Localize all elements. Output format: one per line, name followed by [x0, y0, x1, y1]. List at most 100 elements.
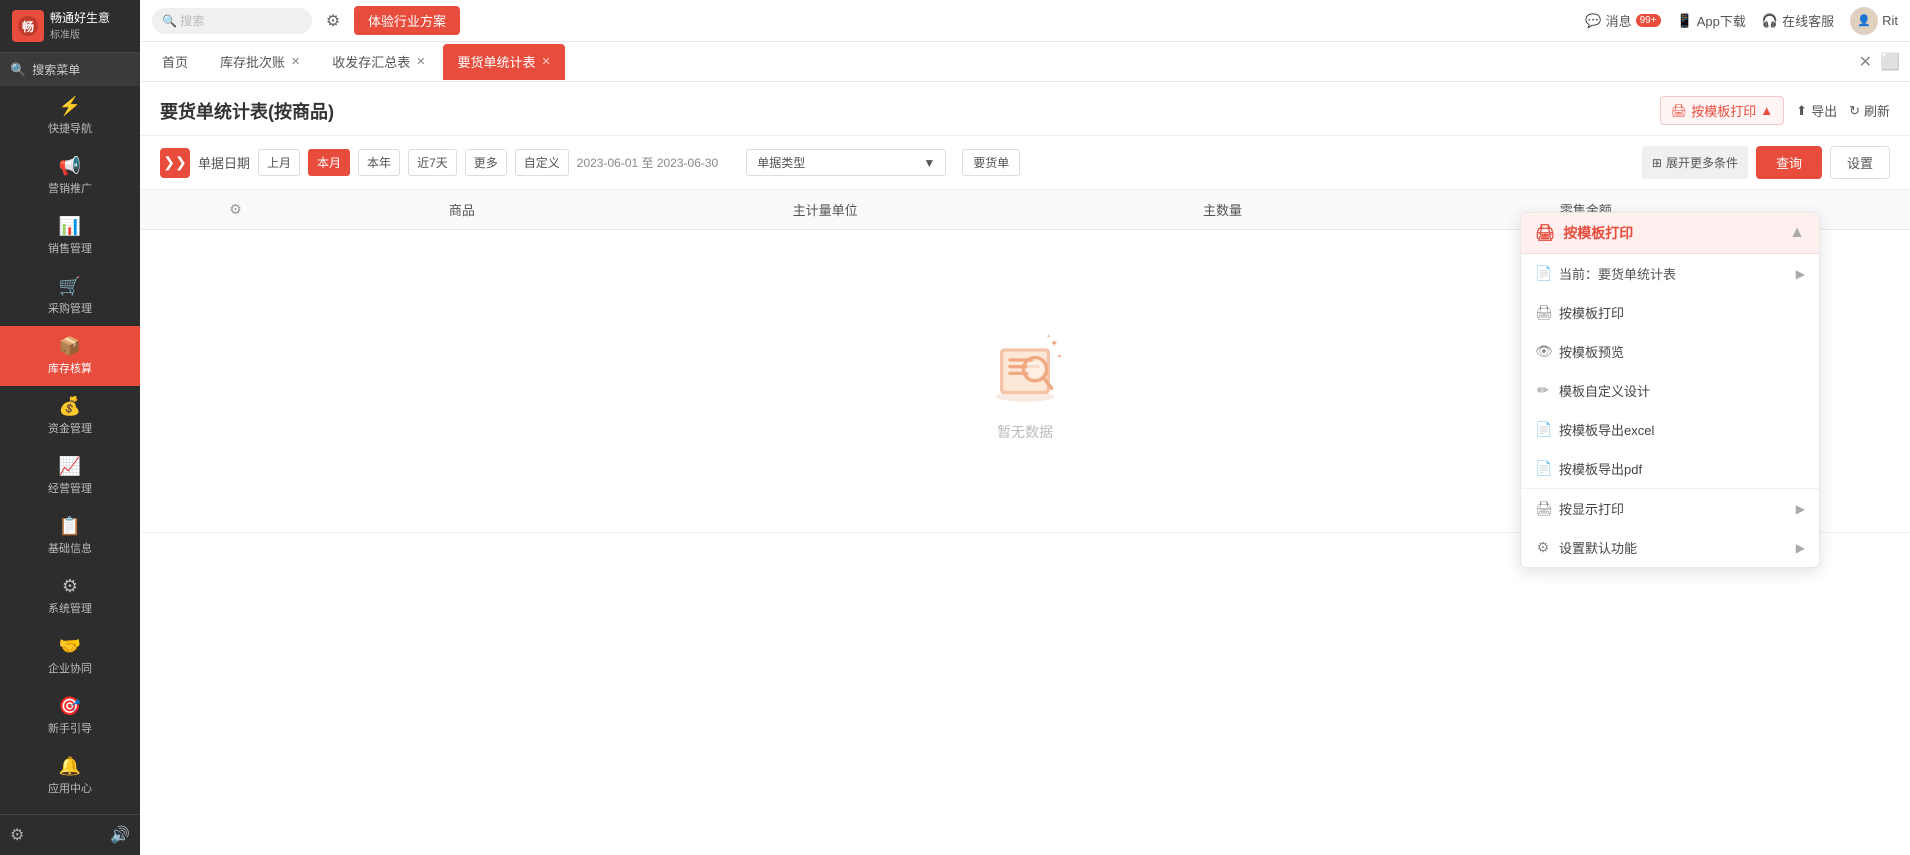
sidebar-item-label: 资金管理: [48, 420, 92, 436]
user-name: Rit: [1882, 13, 1898, 28]
sidebar-item-quick-nav[interactable]: ⚡ 快捷导航: [0, 86, 140, 146]
sidebar-nav: ⚡ 快捷导航 📢 营销推广 📊 销售管理 🛒 采购管理 📦 库存核算 💰 资金管…: [0, 86, 140, 814]
cooperation-icon: 🤝: [59, 636, 81, 657]
tab-home[interactable]: 首页: [148, 44, 202, 80]
expand-more-btn[interactable]: ⊞ 展开更多条件: [1642, 146, 1748, 179]
logo-text: 畅通好生意 标准版: [50, 11, 110, 42]
sidebar-item-app-center[interactable]: 🔔 应用中心: [0, 746, 140, 806]
header-settings-btn[interactable]: ⚙: [320, 8, 346, 34]
page-title-bar: 要货单统计表(按商品) 🖨 按模板打印 ▲ ⬆ 导出 ↻ 刷新: [140, 82, 1910, 136]
sidebar-item-finance[interactable]: 💰 资金管理: [0, 386, 140, 446]
refresh-btn[interactable]: ↻ 刷新: [1849, 101, 1890, 120]
template-pdf-label: 按模板导出pdf: [1559, 459, 1642, 478]
sidebar-item-inventory[interactable]: 📦 库存核算: [0, 326, 140, 386]
dropdown-display-print[interactable]: 🖨 按显示打印 ▶: [1521, 489, 1819, 528]
refresh-icon: ↻: [1849, 103, 1860, 119]
dropdown-template-print[interactable]: 🖨 按模板打印: [1521, 293, 1819, 332]
marketing-icon: 📢: [59, 156, 81, 177]
tab-order-stats-close[interactable]: ✕: [542, 55, 551, 68]
inventory-icon: 📦: [59, 336, 81, 357]
default-settings-arrow: ▶: [1796, 541, 1805, 555]
template-excel-label: 按模板导出excel: [1559, 420, 1654, 439]
print-dropdown-btn[interactable]: 🖨 按模板打印 ▲: [1660, 96, 1784, 125]
sidebar-item-guide[interactable]: 🎯 新手引导: [0, 686, 140, 746]
sidebar-item-label: 基础信息: [48, 540, 92, 556]
doc-type-select[interactable]: 单据类型 ▼: [746, 149, 946, 176]
dropdown-template-custom-design[interactable]: ✏ 模板自定义设计: [1521, 371, 1819, 410]
sidebar-item-label: 快捷导航: [48, 120, 92, 136]
sidebar-item-basic-info[interactable]: 📋 基础信息: [0, 506, 140, 566]
trial-button[interactable]: 体验行业方案: [354, 6, 460, 35]
sidebar-item-marketing[interactable]: 📢 营销推广: [0, 146, 140, 206]
col-settings[interactable]: ⚙: [140, 190, 331, 230]
basic-info-icon: 📋: [59, 516, 81, 537]
date-current-year-btn[interactable]: 本年: [358, 149, 400, 176]
tab-order-stats-label: 要货单统计表: [457, 52, 535, 71]
export-btn[interactable]: ⬆ 导出: [1796, 101, 1837, 120]
template-custom-icon: ✏: [1535, 382, 1551, 399]
app-logo: 畅 畅通好生意 标准版: [0, 0, 140, 53]
tab-inventory-batch-close[interactable]: ✕: [291, 55, 300, 68]
sidebar-item-system[interactable]: ⚙ 系统管理: [0, 566, 140, 626]
sidebar-item-cooperation[interactable]: 🤝 企业协同: [0, 626, 140, 686]
main-area: 🔍 搜索 ⚙ 体验行业方案 💬 消息 99+ 📱 App下载 🎧 在线客服 👤 …: [140, 0, 1910, 855]
tab-maximize-area: ✕ ⬜: [1849, 52, 1910, 72]
app-download-action[interactable]: 📱 App下载: [1677, 11, 1746, 30]
dropdown-template-preview[interactable]: 👁 按模板预览: [1521, 332, 1819, 371]
col-product: 商品: [331, 190, 592, 230]
date-custom-btn[interactable]: 自定义: [515, 149, 569, 176]
tab-receipt-summary[interactable]: 收发存汇总表 ✕: [318, 44, 439, 80]
global-search-bar[interactable]: 🔍 搜索: [152, 8, 312, 34]
date-more-btn[interactable]: 更多: [465, 149, 507, 176]
printer-header-icon: 🖨: [1535, 223, 1555, 243]
sidebar-item-label: 系统管理: [48, 600, 92, 616]
online-service-action[interactable]: 🎧 在线客服: [1762, 11, 1834, 30]
table-settings-icon[interactable]: ⚙: [229, 201, 242, 217]
svg-text:畅: 畅: [22, 19, 34, 34]
settings-action-button[interactable]: 设置: [1830, 146, 1890, 179]
dropdown-close-icon[interactable]: ▲: [1789, 224, 1805, 242]
sidebar-item-enterprise-wechat[interactable]: 💬 企业微信: [0, 806, 140, 814]
window-close-icon[interactable]: ✕: [1859, 52, 1872, 72]
expand-label: 展开更多条件: [1666, 154, 1738, 171]
date-last-7-days-btn[interactable]: 近7天: [408, 149, 457, 176]
user-avatar: 👤: [1850, 7, 1878, 35]
sidebar-footer: ⚙ 🔊: [0, 814, 140, 855]
search-label: 搜索菜单: [32, 61, 80, 78]
date-range-text: 2023-06-01 至 2023-06-30: [577, 154, 718, 171]
display-print-icon: 🖨: [1535, 500, 1551, 517]
app-download-label: App下载: [1697, 11, 1746, 30]
date-current-month-btn[interactable]: 本月: [308, 149, 350, 176]
phone-icon: 📱: [1677, 13, 1693, 29]
tab-receipt-summary-close[interactable]: ✕: [416, 55, 425, 68]
svg-text:✦: ✦: [1046, 332, 1052, 340]
sidebar-search[interactable]: 🔍 搜索菜单: [0, 53, 140, 86]
order-type-tag[interactable]: 要货单: [962, 149, 1020, 176]
dropdown-template-export-excel[interactable]: 📄 按模板导出excel: [1521, 410, 1819, 449]
dropdown-current-template[interactable]: 📄 当前：要货单统计表 ▶: [1521, 254, 1819, 293]
sidebar-item-purchase[interactable]: 🛒 采购管理: [0, 266, 140, 326]
tab-inventory-batch[interactable]: 库存批次账 ✕: [206, 44, 314, 80]
dropdown-template-export-pdf[interactable]: 📄 按模板导出pdf: [1521, 449, 1819, 488]
filter-toggle-btn[interactable]: ❯❯: [160, 148, 190, 178]
refresh-label: 刷新: [1864, 101, 1890, 120]
query-button[interactable]: 查询: [1756, 146, 1822, 179]
purchase-icon: 🛒: [59, 276, 81, 297]
sidebar-item-sales[interactable]: 📊 销售管理: [0, 206, 140, 266]
dropdown-default-settings[interactable]: ⚙ 设置默认功能 ▶: [1521, 528, 1819, 567]
sidebar-item-label: 应用中心: [48, 780, 92, 796]
sales-icon: 📊: [59, 216, 81, 237]
tab-order-stats[interactable]: 要货单统计表 ✕: [443, 44, 564, 80]
sidebar-item-label: 新手引导: [48, 720, 92, 736]
speaker-footer-icon[interactable]: 🔊: [110, 825, 130, 845]
guide-icon: 🎯: [59, 696, 81, 717]
date-filter-label: 单据日期: [198, 153, 250, 172]
date-prev-month-btn[interactable]: 上月: [258, 149, 300, 176]
user-action[interactable]: 👤 Rit: [1850, 7, 1898, 35]
settings-footer-icon[interactable]: ⚙: [10, 825, 24, 845]
template-custom-label: 模板自定义设计: [1559, 381, 1650, 400]
finance-icon: 💰: [59, 396, 81, 417]
sidebar-item-operations[interactable]: 📈 经营管理: [0, 446, 140, 506]
window-maximize-icon[interactable]: ⬜: [1880, 52, 1900, 72]
messages-action[interactable]: 💬 消息 99+: [1585, 11, 1660, 30]
